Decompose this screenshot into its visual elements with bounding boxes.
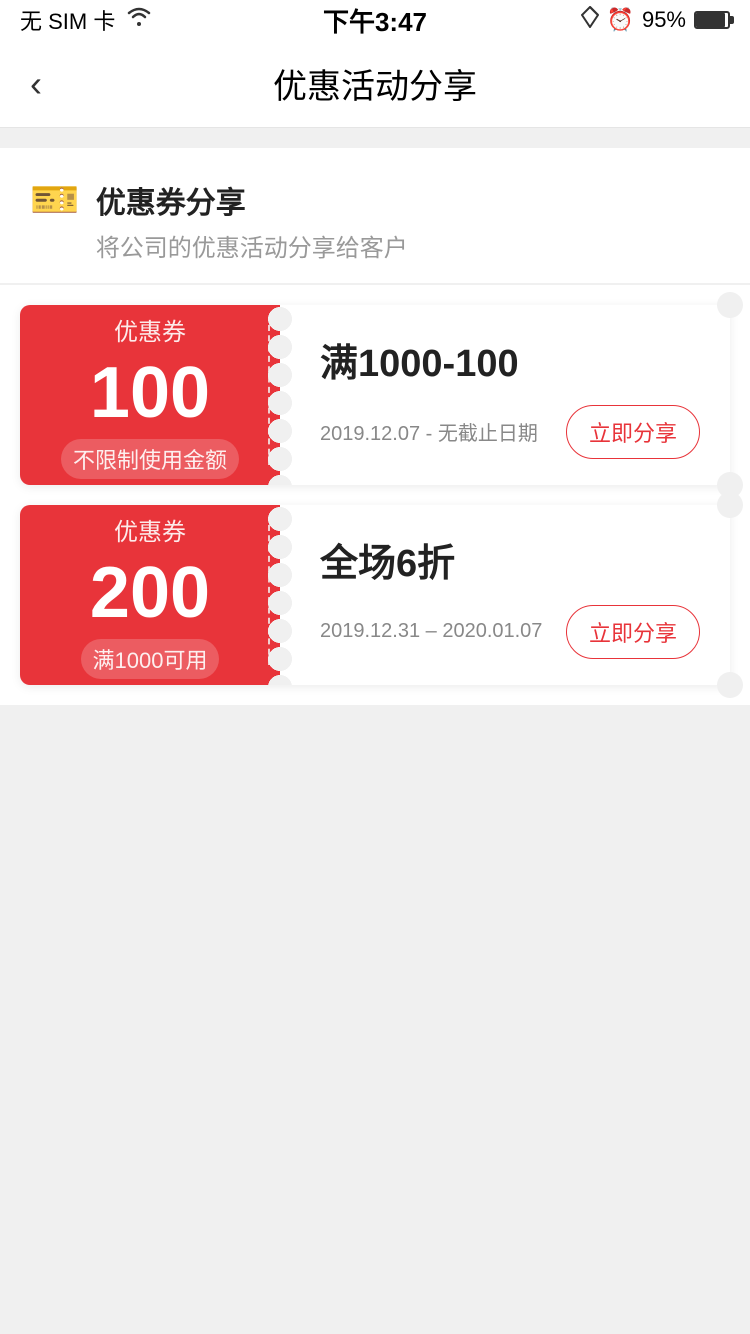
section-subtitle: 将公司的优惠活动分享给客户 — [96, 228, 408, 263]
coupon-scallop-top-1 — [717, 492, 743, 518]
coupon-name-1: 全场6折 — [320, 532, 700, 587]
location-icon — [581, 6, 599, 34]
status-time: 下午3:47 — [323, 2, 427, 39]
status-left: 无 SIM 卡 — [20, 4, 153, 36]
section-header: 🎫 优惠券分享 将公司的优惠活动分享给客户 — [0, 148, 750, 283]
status-right: ⏰ 95% — [581, 6, 730, 34]
section-title: 优惠券分享 — [96, 178, 408, 222]
coupon-scallop-top-0 — [717, 292, 743, 318]
section-text-group: 优惠券分享 将公司的优惠活动分享给客户 — [96, 178, 408, 263]
coupon-label-1: 优惠券 — [114, 512, 186, 547]
coupon-condition-1: 满1000可用 — [81, 639, 220, 679]
coupon-right-0: 满1000-100 2019.12.07 - 无截止日期 立即分享 — [280, 305, 730, 485]
coupon-meta-0: 2019.12.07 - 无截止日期 立即分享 — [320, 405, 700, 459]
status-bar: 无 SIM 卡 下午3:47 ⏰ 95% — [0, 0, 750, 40]
coupon-card-1: 优惠券 200 满1000可用 全场6折 2019.12.31 – 2020.0… — [20, 505, 730, 685]
coupon-label-0: 优惠券 — [114, 312, 186, 347]
coupon-date-0: 2019.12.07 - 无截止日期 — [320, 417, 538, 446]
coupon-right-1: 全场6折 2019.12.31 – 2020.01.07 立即分享 — [280, 505, 730, 685]
alarm-icon: ⏰ — [607, 7, 634, 33]
coupon-list: 优惠券 100 不限制使用金额 满1000-100 2019.12.07 - 无… — [0, 285, 750, 705]
share-button-1[interactable]: 立即分享 — [566, 605, 700, 659]
coupon-name-0: 满1000-100 — [320, 332, 700, 387]
battery-icon — [694, 11, 730, 29]
coupon-left-0: 优惠券 100 不限制使用金额 — [20, 305, 280, 485]
battery-percent: 95% — [642, 7, 686, 33]
back-button[interactable]: ‹ — [30, 66, 42, 102]
coupon-section-icon: 🎫 — [30, 180, 80, 220]
wifi-icon — [125, 6, 153, 34]
coupon-card: 优惠券 100 不限制使用金额 满1000-100 2019.12.07 - 无… — [20, 305, 730, 485]
coupon-left-1: 优惠券 200 满1000可用 — [20, 505, 280, 685]
carrier-text: 无 SIM 卡 — [20, 4, 115, 36]
coupon-scallop-bottom-1 — [717, 672, 743, 698]
coupon-meta-1: 2019.12.31 – 2020.01.07 立即分享 — [320, 605, 700, 659]
coupon-amount-1: 200 — [90, 557, 210, 629]
nav-bar: ‹ 优惠活动分享 — [0, 40, 750, 128]
nav-title: 优惠活动分享 — [273, 59, 477, 108]
share-button-0[interactable]: 立即分享 — [566, 405, 700, 459]
coupon-amount-0: 100 — [90, 357, 210, 429]
coupon-condition-0: 不限制使用金额 — [61, 439, 239, 479]
coupon-date-1: 2019.12.31 – 2020.01.07 — [320, 620, 542, 643]
